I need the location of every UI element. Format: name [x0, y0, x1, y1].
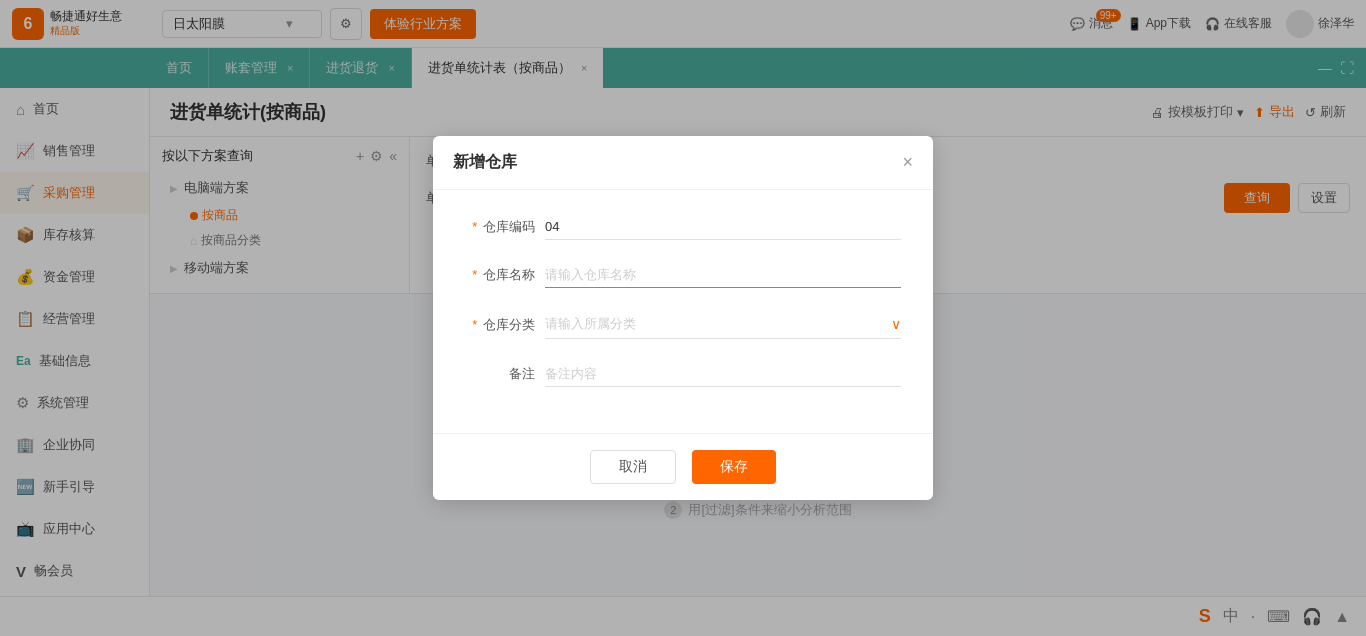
dialog-body: * 仓库编码 * 仓库名称 * 仓库分类 请输入所属 [433, 190, 933, 433]
form-row-note: 备注 [465, 361, 901, 387]
name-required-star: * [472, 267, 477, 282]
name-input[interactable] [545, 262, 901, 288]
code-label: * 仓库编码 [465, 218, 545, 236]
form-row-category: * 仓库分类 请输入所属分类 ∨ [465, 310, 901, 339]
code-required-star: * [472, 219, 477, 234]
cat-required-star: * [472, 317, 477, 332]
form-row-name: * 仓库名称 [465, 262, 901, 288]
category-label: * 仓库分类 [465, 316, 545, 334]
code-input[interactable] [545, 214, 901, 240]
new-warehouse-dialog: 新增仓库 × * 仓库编码 * 仓库名称 [433, 136, 933, 500]
dialog-overlay: 新增仓库 × * 仓库编码 * 仓库名称 [0, 0, 1366, 636]
cancel-button[interactable]: 取消 [590, 450, 676, 484]
note-input[interactable] [545, 361, 901, 387]
category-select[interactable]: 请输入所属分类 ∨ [545, 310, 901, 339]
dialog-title: 新增仓库 [453, 152, 517, 173]
dialog-close-icon[interactable]: × [902, 152, 913, 173]
category-placeholder: 请输入所属分类 [545, 315, 636, 333]
name-label: * 仓库名称 [465, 266, 545, 284]
note-label: 备注 [465, 365, 545, 383]
save-button[interactable]: 保存 [692, 450, 776, 484]
form-row-code: * 仓库编码 [465, 214, 901, 240]
dialog-header: 新增仓库 × [433, 136, 933, 190]
category-chevron-icon: ∨ [891, 316, 901, 332]
dialog-footer: 取消 保存 [433, 433, 933, 500]
